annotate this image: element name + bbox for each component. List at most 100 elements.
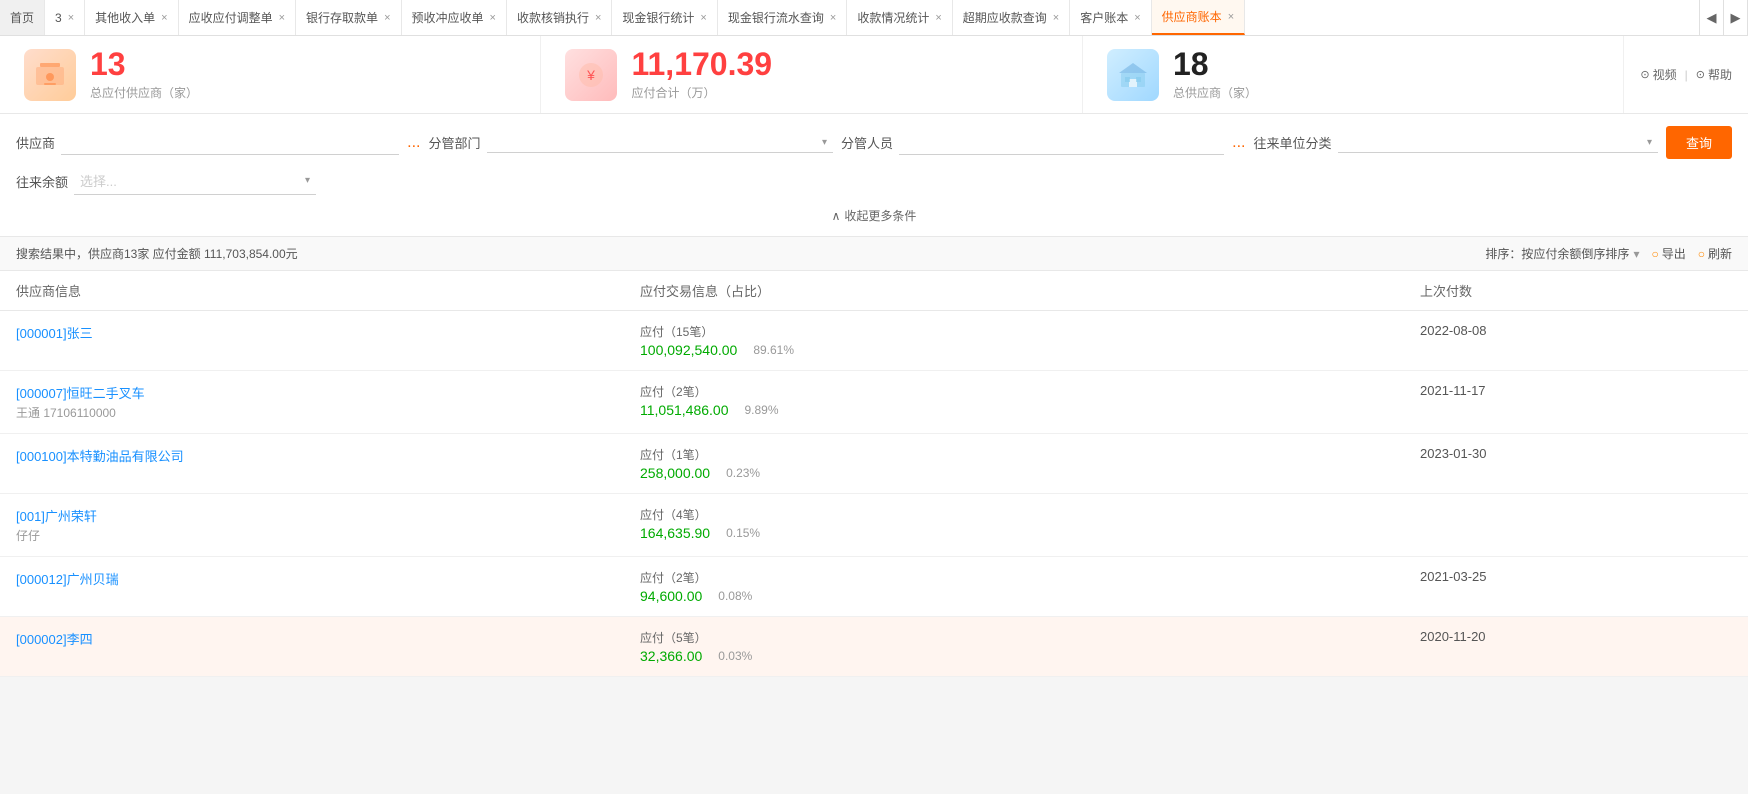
tx-amount-4[interactable]: 164,635.90 xyxy=(640,525,710,541)
tx-label-5: 应付（2笔） xyxy=(640,569,1420,586)
sort-selector[interactable]: 排序：按应付余额倒序排序 ▾ xyxy=(1485,245,1639,262)
supplier-link-6[interactable]: [000002]李四 xyxy=(16,632,93,647)
export-icon: ○ xyxy=(1651,247,1658,261)
refresh-button[interactable]: ○ 刷新 xyxy=(1698,245,1732,262)
total-suppliers-number: 18 xyxy=(1173,48,1257,80)
help-link[interactable]: ⊙ 帮助 xyxy=(1696,66,1732,83)
tx-amount-1[interactable]: 100,092,540.00 xyxy=(640,342,737,358)
tx-label-4: 应付（4笔） xyxy=(640,506,1420,523)
stat-payable-amount: ¥ 11,170.39 应付合计（万） xyxy=(541,36,1082,113)
category-chevron-icon: ▾ xyxy=(1647,137,1652,148)
tab-overdue-ar-close[interactable]: × xyxy=(1053,12,1059,24)
tab-payment-exec[interactable]: 收款核销执行 × xyxy=(507,0,612,35)
supplier-cell-4: [001]广州荣轩 仔仔 xyxy=(16,506,640,544)
export-button[interactable]: ○ 导出 xyxy=(1651,245,1685,262)
tab-3[interactable]: 3 × xyxy=(45,0,85,35)
payable-suppliers-number: 13 xyxy=(90,48,198,80)
tab-payment-stat[interactable]: 收款情况统计 × xyxy=(847,0,952,35)
tab-cash-bank-flow-close[interactable]: × xyxy=(830,12,836,24)
supplier-link-5[interactable]: [000012]广州贝瑞 xyxy=(16,572,119,587)
tx-amount-3[interactable]: 258,000.00 xyxy=(640,465,710,481)
tx-percent-5: 0.08% xyxy=(718,589,752,603)
payable-amount-info: 11,170.39 应付合计（万） xyxy=(631,48,772,101)
refresh-icon: ○ xyxy=(1698,247,1705,261)
tab-prepaid-offset[interactable]: 预收冲应收单 × xyxy=(402,0,507,35)
tab-prepaid-offset-close[interactable]: × xyxy=(490,12,496,24)
tx-percent-3: 0.23% xyxy=(726,466,760,480)
person-label: 分管人员 xyxy=(841,133,893,152)
tab-ar-ap-adjust[interactable]: 应收应付调整单 × xyxy=(179,0,296,35)
filter-balance: 往来余额 选择... ▾ xyxy=(16,167,316,195)
tx-cell-1: 应付（15笔） 100,092,540.00 89.61% xyxy=(640,323,1420,358)
filter-person: 分管人员 ... xyxy=(841,131,1246,155)
supplier-cell-5: [000012]广州贝瑞 xyxy=(16,569,640,588)
filter-row-1: 供应商 ... 分管部门 ▾ 分管人员 ... 往来单位分类 ▾ 查询 xyxy=(16,126,1732,159)
tx-row-4: 164,635.90 0.15% xyxy=(640,525,1420,541)
tx-cell-4: 应付（4笔） 164,635.90 0.15% xyxy=(640,506,1420,541)
tx-cell-5: 应付（2笔） 94,600.00 0.08% xyxy=(640,569,1420,604)
tx-amount-2[interactable]: 11,051,486.00 xyxy=(640,402,729,418)
col-supplier-info: 供应商信息 xyxy=(16,281,640,300)
table-row: [000100]本特勤油品有限公司 应付（1笔） 258,000.00 0.23… xyxy=(0,434,1748,494)
query-button[interactable]: 查询 xyxy=(1666,126,1732,159)
tab-supplier-ledger-close[interactable]: × xyxy=(1228,11,1234,23)
tab-payment-stat-label: 收款情况统计 xyxy=(857,9,929,26)
tab-customer-ledger-close[interactable]: × xyxy=(1134,12,1140,24)
supplier-dots[interactable]: ... xyxy=(407,134,420,152)
collapse-button[interactable]: ∧ 收起更多条件 xyxy=(16,203,1732,228)
payable-suppliers-label: 总应付供应商（家） xyxy=(90,84,198,101)
dept-select[interactable]: ▾ xyxy=(487,133,833,153)
sort-label: 排序：按应付余额倒序排序 xyxy=(1485,245,1629,262)
tab-customer-ledger[interactable]: 客户账本 × xyxy=(1070,0,1151,35)
tx-row-6: 32,366.00 0.03% xyxy=(640,648,1420,664)
tab-bank-deposit[interactable]: 银行存取款单 × xyxy=(296,0,401,35)
nav-right-arrow[interactable]: ▶ xyxy=(1724,0,1748,36)
dept-label: 分管部门 xyxy=(429,133,481,152)
supplier-link-3[interactable]: [000100]本特勤油品有限公司 xyxy=(16,449,184,464)
tab-other-income[interactable]: 其他收入单 × xyxy=(85,0,178,35)
tab-payment-exec-close[interactable]: × xyxy=(595,12,601,24)
tx-label-3: 应付（1笔） xyxy=(640,446,1420,463)
tx-amount-5[interactable]: 94,600.00 xyxy=(640,588,702,604)
supplier-cell-3: [000100]本特勤油品有限公司 xyxy=(16,446,640,465)
supplier-cell-2: [000007]恒旺二手叉车 王通 17106110000 xyxy=(16,383,640,421)
person-input[interactable] xyxy=(899,131,1224,155)
video-link[interactable]: ⊙ 视频 xyxy=(1640,66,1676,83)
table-row: [000012]广州贝瑞 应付（2笔） 94,600.00 0.08% 2021… xyxy=(0,557,1748,617)
nav-left-arrow[interactable]: ◀ xyxy=(1700,0,1724,36)
supplier-link-1[interactable]: [000001]张三 xyxy=(16,326,93,341)
tab-home[interactable]: 首页 xyxy=(0,0,45,35)
tab-other-income-close[interactable]: × xyxy=(161,12,167,24)
collapse-icon: ∧ xyxy=(832,209,841,223)
tab-overdue-ar[interactable]: 超期应收款查询 × xyxy=(953,0,1070,35)
filter-dept: 分管部门 ▾ xyxy=(429,133,834,153)
tx-amount-6[interactable]: 32,366.00 xyxy=(640,648,702,664)
balance-select[interactable]: 选择... ▾ xyxy=(74,167,316,195)
tx-percent-1: 89.61% xyxy=(753,343,794,357)
tab-3-label: 3 xyxy=(55,11,62,25)
tab-cash-bank-stat-close[interactable]: × xyxy=(700,12,706,24)
top-navigation: 首页 3 × 其他收入单 × 应收应付调整单 × 银行存取款单 × 预收冲应收单… xyxy=(0,0,1748,36)
tab-3-close[interactable]: × xyxy=(68,12,74,24)
supplier-link-2[interactable]: [000007]恒旺二手叉车 xyxy=(16,386,145,401)
tab-cash-bank-stat[interactable]: 现金银行统计 × xyxy=(612,0,717,35)
tab-payment-stat-close[interactable]: × xyxy=(935,12,941,24)
table-row: [000001]张三 应付（15笔） 100,092,540.00 89.61%… xyxy=(0,311,1748,371)
tx-percent-4: 0.15% xyxy=(726,526,760,540)
last-pay-cell-2: 2021-11-17 xyxy=(1420,383,1732,398)
tab-cash-bank-flow[interactable]: 现金银行流水查询 × xyxy=(718,0,847,35)
supplier-link-4[interactable]: [001]广州荣轩 xyxy=(16,509,97,524)
person-dots[interactable]: ... xyxy=(1232,134,1245,152)
tab-supplier-ledger[interactable]: 供应商账本 × xyxy=(1152,0,1245,35)
tab-ar-ap-adjust-close[interactable]: × xyxy=(279,12,285,24)
last-pay-cell-5: 2021-03-25 xyxy=(1420,569,1732,584)
tab-bank-deposit-close[interactable]: × xyxy=(384,12,390,24)
result-tools: 排序：按应付余额倒序排序 ▾ ○ 导出 ○ 刷新 xyxy=(1485,245,1732,262)
tab-supplier-ledger-label: 供应商账本 xyxy=(1162,8,1222,25)
supplier-input[interactable] xyxy=(61,131,399,155)
filter-row-2: 往来余额 选择... ▾ xyxy=(16,167,1732,195)
category-select[interactable]: ▾ xyxy=(1338,133,1658,153)
tab-ar-ap-adjust-label: 应收应付调整单 xyxy=(189,9,273,26)
payable-amount-icon: ¥ xyxy=(565,49,617,101)
last-pay-cell-3: 2023-01-30 xyxy=(1420,446,1732,461)
